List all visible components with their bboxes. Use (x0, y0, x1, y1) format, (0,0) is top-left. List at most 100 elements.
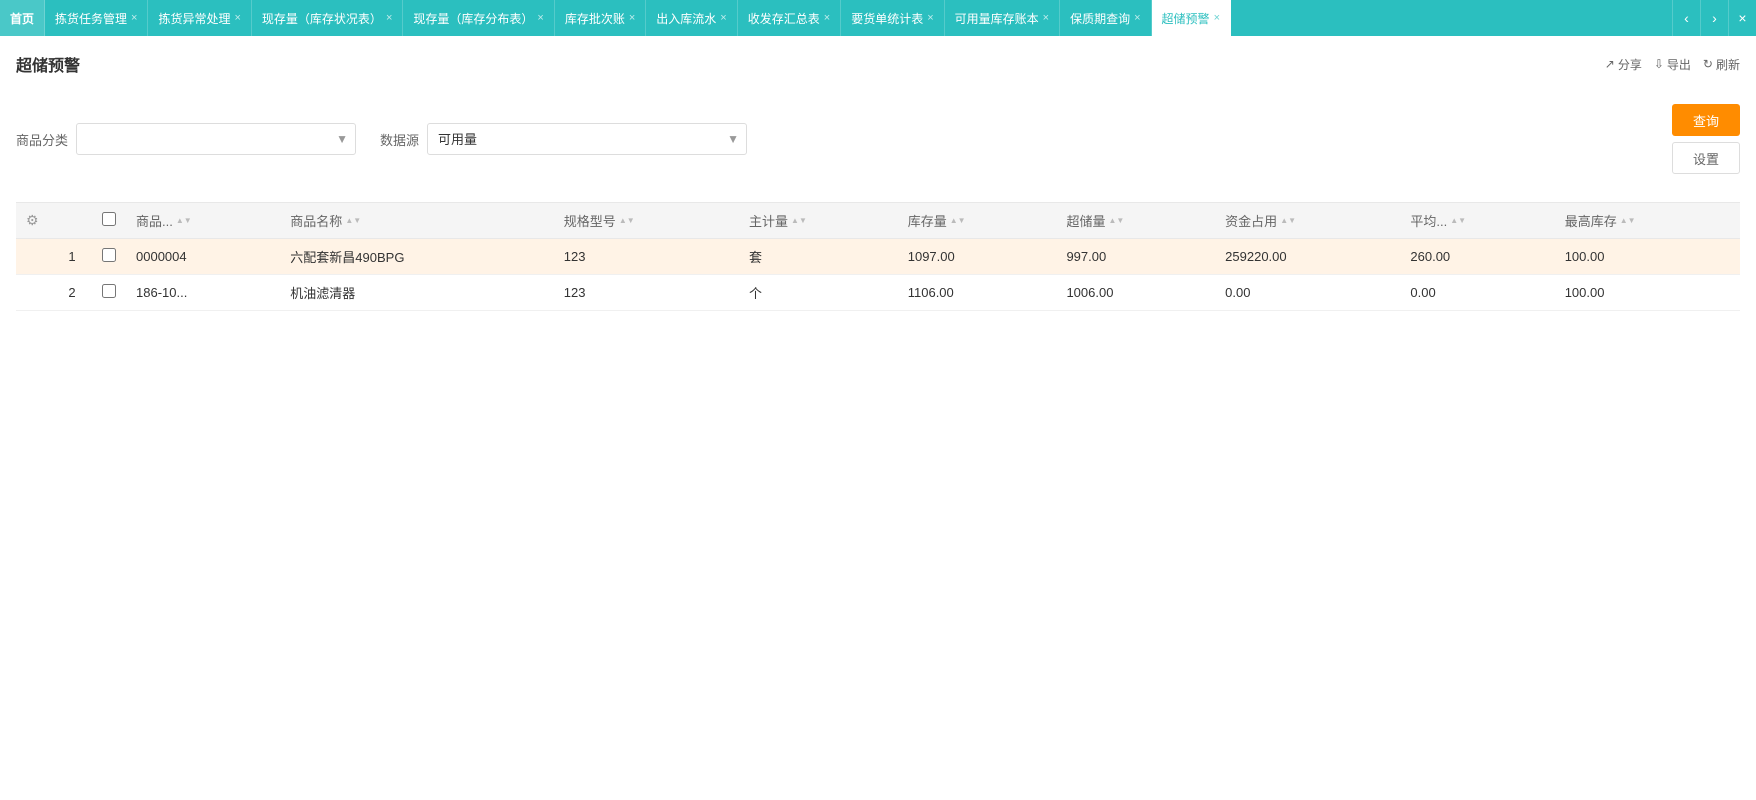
col-rownum (52, 203, 92, 239)
close-icon[interactable]: × (537, 12, 543, 24)
row-checkbox-cell (92, 239, 126, 275)
select-all-checkbox[interactable] (102, 212, 116, 226)
nav-tab-5[interactable]: 库存批次账 × (555, 0, 646, 36)
row-avg-cell: 260.00 (1400, 239, 1554, 275)
nav-tab-7[interactable]: 收发存汇总表 × (738, 0, 841, 36)
col-spec-header[interactable]: 规格型号 ▲▼ (554, 203, 739, 239)
row-capital-cell: 259220.00 (1215, 239, 1400, 275)
row-spec-cell: 123 (554, 239, 739, 275)
col-checkbox-header (92, 203, 126, 239)
header-actions: ↗ 分享 ⇩ 导出 ↻ 刷新 (1605, 56, 1740, 73)
datasource-filter: 数据源 可用量 库存量 ▼ (380, 123, 747, 155)
col-maxstock-header[interactable]: 最高库存 ▲▼ (1555, 203, 1740, 239)
category-select[interactable] (76, 123, 356, 155)
nav-next-button[interactable]: › (1700, 0, 1728, 36)
col-avg-header[interactable]: 平均... ▲▼ (1400, 203, 1554, 239)
sort-icon: ▲▼ (791, 217, 807, 225)
nav-tab-home[interactable]: 首页 (0, 0, 45, 36)
nav-tab-3[interactable]: 现存量（库存状况表） × (252, 0, 403, 36)
row-avg-cell: 0.00 (1400, 275, 1554, 311)
sort-icon: ▲▼ (950, 217, 966, 225)
datasource-select[interactable]: 可用量 库存量 (427, 123, 747, 155)
row-overstock-cell: 1006.00 (1056, 275, 1215, 311)
nav-tab-4[interactable]: 现存量（库存分布表） × (403, 0, 554, 36)
row-checkbox-cell (92, 275, 126, 311)
row-capital-cell: 0.00 (1215, 275, 1400, 311)
close-icon[interactable]: × (1214, 12, 1220, 24)
refresh-button[interactable]: ↻ 刷新 (1703, 56, 1740, 73)
nav-tab-8[interactable]: 要货单统计表 × (841, 0, 944, 36)
sort-icon: ▲▼ (345, 217, 361, 225)
row-num-cell: 2 (52, 275, 92, 311)
row-settings-cell (16, 275, 52, 311)
sort-icon: ▲▼ (1450, 217, 1466, 225)
nav-tab-11[interactable]: 超储预警 × (1152, 0, 1231, 36)
row-stock-cell: 1097.00 (898, 239, 1057, 275)
table-body: 1 0000004 六配套新昌490BPG 123 套 1097.00 997.… (16, 239, 1740, 311)
share-button[interactable]: ↗ 分享 (1605, 56, 1642, 73)
gear-icon[interactable]: ⚙ (26, 212, 39, 228)
close-icon[interactable]: × (386, 12, 392, 24)
nav-more-button[interactable]: × (1728, 0, 1756, 36)
row-overstock-cell: 997.00 (1056, 239, 1215, 275)
close-icon[interactable]: × (1134, 12, 1140, 24)
nav-tab-6[interactable]: 出入库流水 × (646, 0, 737, 36)
table-row: 1 0000004 六配套新昌490BPG 123 套 1097.00 997.… (16, 239, 1740, 275)
filter-buttons: 查询 设置 (1672, 104, 1740, 174)
nav-tab-2[interactable]: 拣货异常处理 × (148, 0, 251, 36)
col-overstock-header[interactable]: 超储量 ▲▼ (1056, 203, 1215, 239)
row-stock-cell: 1106.00 (898, 275, 1057, 311)
row-unit-cell: 套 (739, 239, 898, 275)
row-code-cell: 0000004 (126, 239, 280, 275)
table-header: ⚙ 商品... ▲▼ 商品名称 ▲▼ (16, 203, 1740, 239)
col-stock-header[interactable]: 库存量 ▲▼ (898, 203, 1057, 239)
row-maxstock-cell: 100.00 (1555, 239, 1740, 275)
top-navigation: 首页 拣货任务管理 × 拣货异常处理 × 现存量（库存状况表） × 现存量（库存… (0, 0, 1756, 36)
table-header-row: ⚙ 商品... ▲▼ 商品名称 ▲▼ (16, 203, 1740, 239)
nav-tab-10[interactable]: 保质期查询 × (1060, 0, 1151, 36)
category-filter: 商品分类 ▼ (16, 123, 356, 155)
close-icon[interactable]: × (927, 12, 933, 24)
page-content: 超储预警 ↗ 分享 ⇩ 导出 ↻ 刷新 商品分类 ▼ (0, 36, 1756, 800)
filter-area: 商品分类 ▼ 数据源 可用量 库存量 ▼ 查询 设置 (16, 92, 1740, 186)
close-icon[interactable]: × (131, 12, 137, 24)
col-code-header[interactable]: 商品... ▲▼ (126, 203, 280, 239)
home-label: 首页 (10, 10, 34, 27)
col-name-header[interactable]: 商品名称 ▲▼ (280, 203, 554, 239)
close-icon[interactable]: × (1043, 12, 1049, 24)
export-button[interactable]: ⇩ 导出 (1654, 56, 1691, 73)
export-icon: ⇩ (1654, 57, 1664, 71)
close-icon[interactable]: × (629, 12, 635, 24)
sort-icon: ▲▼ (1620, 217, 1636, 225)
category-select-wrapper: ▼ (76, 123, 356, 155)
row-checkbox[interactable] (102, 248, 116, 262)
page-header: 超储预警 ↗ 分享 ⇩ 导出 ↻ 刷新 (16, 52, 1740, 76)
datasource-label: 数据源 (380, 130, 419, 149)
row-unit-cell: 个 (739, 275, 898, 311)
row-code-cell: 186-10... (126, 275, 280, 311)
query-button[interactable]: 查询 (1672, 104, 1740, 136)
row-name-cell: 六配套新昌490BPG (280, 239, 554, 275)
close-icon[interactable]: × (824, 12, 830, 24)
close-icon[interactable]: × (234, 12, 240, 24)
row-checkbox[interactable] (102, 284, 116, 298)
nav-arrows: ‹ › × (1672, 0, 1756, 36)
col-unit-header[interactable]: 主计量 ▲▼ (739, 203, 898, 239)
settings-button[interactable]: 设置 (1672, 142, 1740, 174)
row-num-cell: 1 (52, 239, 92, 275)
col-capital-header[interactable]: 资金占用 ▲▼ (1215, 203, 1400, 239)
data-table: ⚙ 商品... ▲▼ 商品名称 ▲▼ (16, 202, 1740, 311)
row-maxstock-cell: 100.00 (1555, 275, 1740, 311)
close-icon[interactable]: × (720, 12, 726, 24)
share-icon: ↗ (1605, 57, 1615, 71)
row-name-cell: 机油滤清器 (280, 275, 554, 311)
nav-tab-9[interactable]: 可用量库存账本 × (945, 0, 1060, 36)
page-title: 超储预警 (16, 52, 80, 76)
row-settings-cell (16, 239, 52, 275)
nav-prev-button[interactable]: ‹ (1672, 0, 1700, 36)
col-settings: ⚙ (16, 203, 52, 239)
table-row: 2 186-10... 机油滤清器 123 个 1106.00 1006.00 … (16, 275, 1740, 311)
sort-icon: ▲▼ (1280, 217, 1296, 225)
sort-icon: ▲▼ (176, 217, 192, 225)
nav-tab-1[interactable]: 拣货任务管理 × (45, 0, 148, 36)
